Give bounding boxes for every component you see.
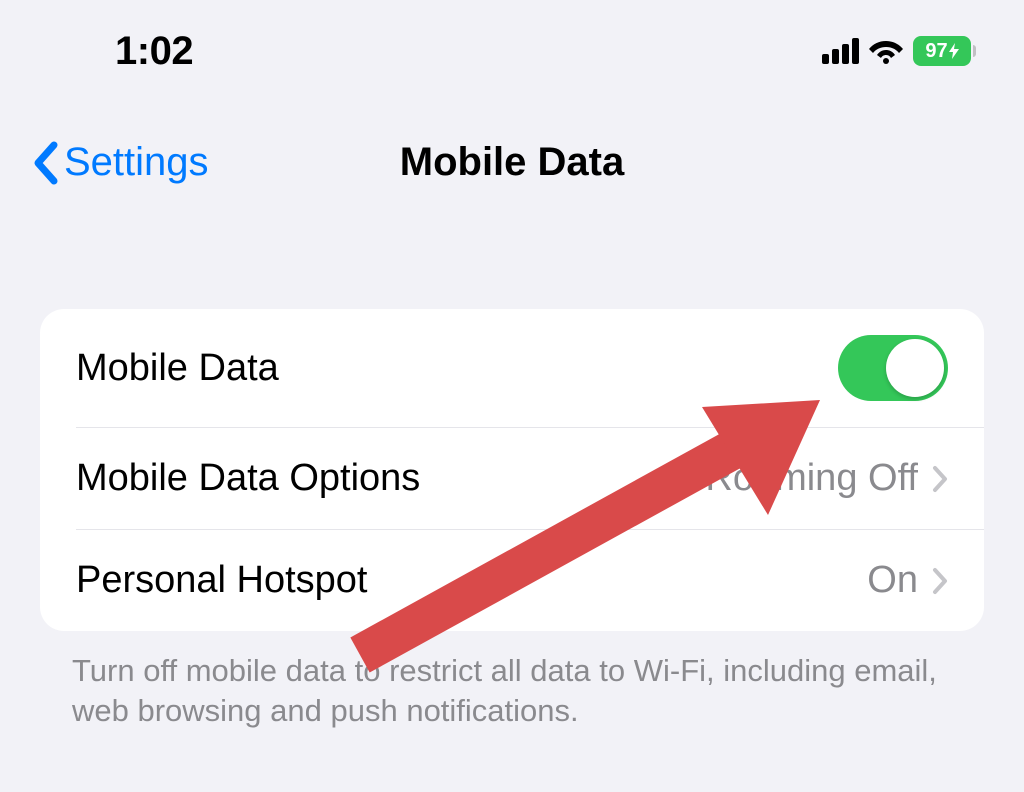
settings-group: Mobile Data Mobile Data Options Roaming … xyxy=(40,309,984,631)
row-label-mobile-data: Mobile Data xyxy=(76,347,279,390)
section-footer-text: Turn off mobile data to restrict all dat… xyxy=(72,651,952,732)
status-bar: 1:02 97 xyxy=(0,0,1024,90)
battery-percent: 97 xyxy=(925,40,947,63)
row-mobile-data-options[interactable]: Mobile Data Options Roaming Off xyxy=(76,427,984,529)
row-mobile-data: Mobile Data xyxy=(40,309,984,427)
row-personal-hotspot[interactable]: Personal Hotspot On xyxy=(76,529,984,631)
back-button[interactable]: Settings xyxy=(32,140,209,185)
mobile-data-toggle[interactable] xyxy=(838,335,948,401)
row-value-hotspot: On xyxy=(867,559,918,602)
row-label-hotspot: Personal Hotspot xyxy=(76,559,368,602)
row-label-options: Mobile Data Options xyxy=(76,457,420,500)
cellular-signal-icon xyxy=(822,38,859,64)
status-time: 1:02 xyxy=(115,29,193,74)
back-label: Settings xyxy=(64,140,209,185)
page-title: Mobile Data xyxy=(400,140,624,185)
row-value-options: Roaming Off xyxy=(705,457,918,500)
battery-indicator: 97 xyxy=(913,36,976,66)
wifi-icon xyxy=(869,38,903,64)
status-indicators: 97 xyxy=(822,36,976,66)
charging-icon xyxy=(949,43,959,59)
chevron-right-icon xyxy=(932,567,948,595)
chevron-left-icon xyxy=(32,141,58,185)
chevron-right-icon xyxy=(932,465,948,493)
nav-header: Settings Mobile Data xyxy=(0,90,1024,209)
